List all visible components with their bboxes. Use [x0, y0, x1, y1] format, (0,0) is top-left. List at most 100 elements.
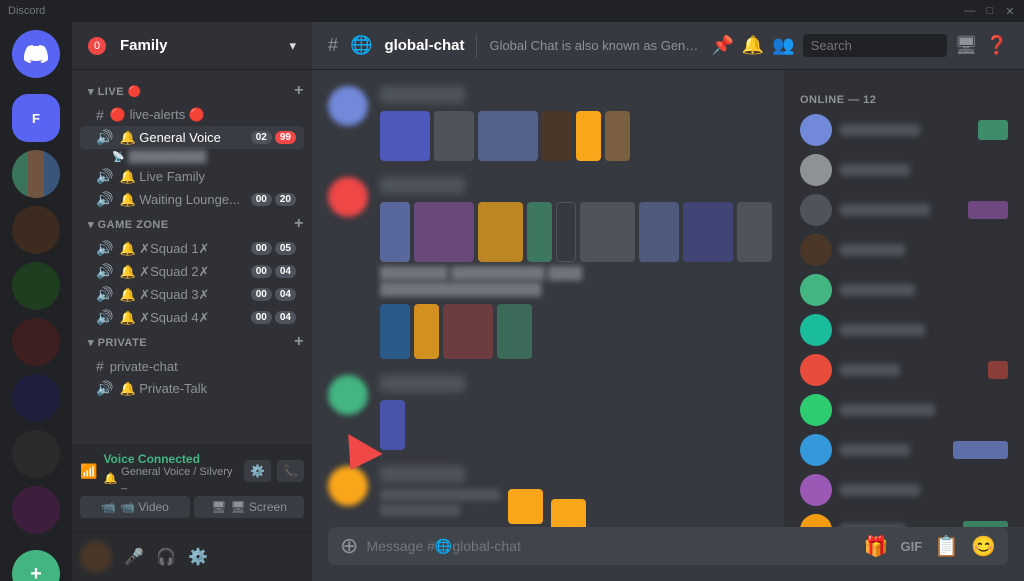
pins-button[interactable]: 📌 [711, 35, 733, 56]
discord-home-button[interactable] [12, 30, 60, 78]
inbox-button[interactable]: 🖥 [955, 35, 978, 56]
category-private-label: ▾ PRIVATE [88, 336, 147, 349]
minimize-button[interactable]: — [964, 5, 976, 17]
channel-squad4[interactable]: 🔊 🔔 ✗Squad 4✗ 00 04 [80, 306, 304, 329]
user-area: 🎤 🎧 ⚙️ [72, 532, 312, 581]
msg-image-block-5 [576, 111, 601, 161]
msg-avatar-2 [328, 177, 368, 217]
member-avatar-7 [800, 354, 832, 386]
channel-live-family[interactable]: 🔊 🔔 Live Family [80, 165, 304, 188]
member-category-online: ONLINE — 12 [792, 86, 1016, 110]
video-button[interactable]: 📹 📹 Video [80, 496, 190, 518]
voice-icon-sq2: 🔊 [96, 263, 113, 280]
gift-button[interactable]: 🎁 [864, 534, 889, 559]
msg-images-1 [380, 111, 768, 161]
server-family[interactable]: F [12, 94, 60, 142]
server-6[interactable] [12, 374, 60, 422]
server-2[interactable] [12, 150, 60, 198]
channel-waiting-lounge[interactable]: 🔊 🔔 Waiting Lounge... 00 20 [80, 188, 304, 211]
search-input[interactable] [803, 34, 947, 57]
member-avatar-10 [800, 474, 832, 506]
member-item-3[interactable] [792, 190, 1016, 230]
channel-topic: Global Chat is also known as General Cha… [489, 38, 699, 53]
category-gamezone[interactable]: ▾ GAME ZONE + [72, 211, 312, 237]
channel-squad3[interactable]: 🔊 🔔 ✗Squad 3✗ 00 04 [80, 283, 304, 306]
msg-image-row-3 [380, 400, 768, 450]
channel-squad1[interactable]: 🔊 🔔 ✗Squad 1✗ 00 05 [80, 237, 304, 260]
channel-badges: 02 99 [251, 131, 296, 144]
channel-private-chat[interactable]: # private-chat [80, 355, 304, 377]
main-content: # 🌐 global-chat Global Chat is also know… [312, 22, 1024, 581]
category-private[interactable]: ▾ PRIVATE + [72, 329, 312, 355]
deafen-button[interactable]: 🎧 [152, 543, 180, 571]
gif-button[interactable]: GIF [901, 539, 923, 554]
msg-text-2b: ███████████████████ [380, 282, 772, 296]
channel-general-voice[interactable]: 🔊 🔔 General Voice 02 99 [80, 126, 304, 149]
member-item-9[interactable] [792, 430, 1016, 470]
text-icon-private: # [96, 358, 104, 374]
img-2-4 [527, 202, 552, 262]
msg-avatar-1 [328, 86, 368, 126]
img-2-2 [414, 202, 474, 262]
img-2-7 [639, 202, 679, 262]
member-item-10[interactable] [792, 470, 1016, 510]
member-item-2[interactable] [792, 150, 1016, 190]
voice-settings-btn[interactable]: ⚙️ [244, 460, 271, 482]
screen-share-button[interactable]: 🖥 🖥 Screen [194, 496, 304, 518]
members-button[interactable]: 👥 [772, 35, 794, 56]
category-gamezone-add[interactable]: + [294, 215, 304, 233]
voice-disconnect-btn[interactable]: 📞 [277, 460, 304, 482]
member-item-5[interactable] [792, 270, 1016, 310]
channel-private-talk[interactable]: 🔊 🔔 Private-Talk [80, 377, 304, 400]
user-avatar [80, 541, 112, 573]
member-item-4[interactable] [792, 230, 1016, 270]
channel-sidebar: 0 Family ▾ ▾ LIVE 🔴 + # 🔴 live-alerts 🔴 … [72, 22, 312, 581]
server-8[interactable] [12, 486, 60, 534]
sticker-button[interactable]: 📋 [934, 534, 959, 559]
member-avatar-1 [800, 114, 832, 146]
restore-button[interactable]: □ [984, 5, 996, 17]
mute-button[interactable]: 🎤 [120, 543, 148, 571]
server-4[interactable] [12, 262, 60, 310]
member-item-7[interactable] [792, 350, 1016, 390]
message-input-actions: 🎁 GIF 📋 😊 [864, 534, 996, 559]
msg-content-3: ████████ [380, 375, 768, 450]
member-item-8[interactable] [792, 390, 1016, 430]
category-live[interactable]: ▾ LIVE 🔴 + [72, 78, 312, 104]
channel-globe-icon: 🌐 [350, 35, 372, 56]
member-item-1[interactable] [792, 110, 1016, 150]
img-2-9 [737, 202, 772, 262]
msg-image-row-2 [380, 202, 772, 262]
chevron-down-icon: ▾ [289, 38, 296, 54]
member-item-11[interactable] [792, 510, 1016, 527]
img-3-1 [380, 304, 410, 359]
add-message-button[interactable]: ⊕ [340, 533, 358, 559]
text-channel-icon: # [96, 107, 104, 123]
message-input-area: ⊕ 🎁 GIF 📋 😊 [312, 527, 1024, 581]
voice-connected-panel: 📶 Voice Connected 🔔 General Voice / Silv… [72, 444, 312, 532]
category-live-add[interactable]: + [294, 82, 304, 100]
emoji-button[interactable]: 😊 [971, 534, 996, 559]
server-header[interactable]: 0 Family ▾ [72, 22, 312, 70]
msg-content-4: ████████ [380, 466, 768, 527]
help-button[interactable]: ❓ [986, 35, 1008, 56]
channel-live-alerts[interactable]: # 🔴 live-alerts 🔴 [80, 104, 304, 126]
msg-image-block-2 [434, 111, 474, 161]
server-3[interactable] [12, 206, 60, 254]
msg-body-4 [380, 489, 768, 527]
member-item-6[interactable] [792, 310, 1016, 350]
msg-content-2: ████████ █████ [380, 177, 772, 296]
add-server-button[interactable]: + [12, 550, 60, 581]
member-avatar-4 [800, 234, 832, 266]
notifications-button[interactable]: 🔔 [742, 35, 764, 56]
server-5[interactable] [12, 318, 60, 366]
server-7[interactable] [12, 430, 60, 478]
user-settings-button[interactable]: ⚙️ [184, 543, 212, 571]
close-button[interactable]: ✕ [1004, 5, 1016, 17]
msg-author-4: ████████ [380, 466, 465, 483]
member-avatar-8 [800, 394, 832, 426]
channel-squad2[interactable]: 🔊 🔔 ✗Squad 2✗ 00 04 [80, 260, 304, 283]
channel-hash-icon: # [328, 35, 338, 56]
message-input[interactable] [366, 527, 855, 565]
category-private-add[interactable]: + [294, 333, 304, 351]
